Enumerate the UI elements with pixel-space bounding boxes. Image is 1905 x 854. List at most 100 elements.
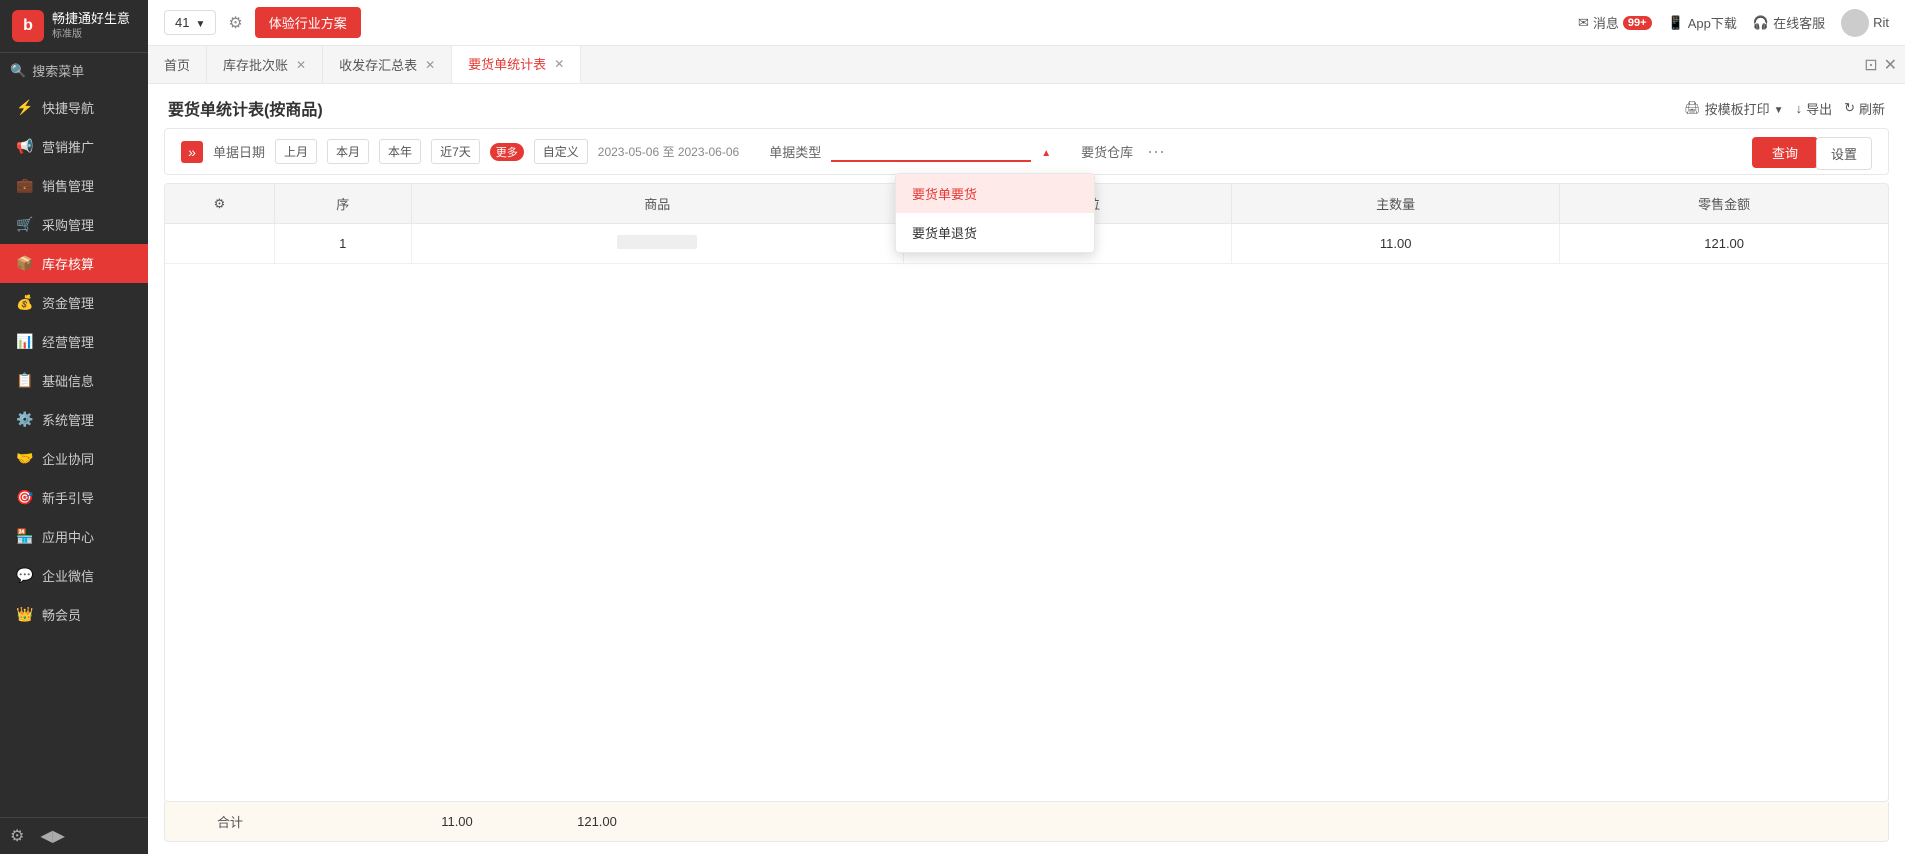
sidebar-item-system[interactable]: ⚙️ 系统管理 <box>0 400 148 439</box>
message-icon: ✉ <box>1578 15 1589 31</box>
page-actions: 🖨 按模板打印 ↓ 导出 ↻ 刷新 <box>1684 99 1885 118</box>
col-header-product: 商品 <box>411 184 903 224</box>
inventory-icon: 📦 <box>16 255 34 273</box>
sidebar-item-member[interactable]: 👑 畅会员 <box>0 595 148 634</box>
topbar: 41 ⚙ 体验行业方案 ✉ 消息 99+ 📱 App下载 🎧 在线客服 Ri <box>148 0 1905 46</box>
product-placeholder <box>617 235 697 249</box>
sidebar-item-label: 企业协同 <box>42 449 94 468</box>
guide-icon: 🎯 <box>16 489 34 507</box>
type-label: 单据类型 <box>769 142 821 161</box>
sidebar-item-quick-nav[interactable]: ⚡ 快捷导航 <box>0 88 148 127</box>
topbar-right: ✉ 消息 99+ 📱 App下载 🎧 在线客服 Rit <box>1578 9 1889 37</box>
sidebar-item-marketing[interactable]: 📢 营销推广 <box>0 127 148 166</box>
appstore-icon: 🏪 <box>16 528 34 546</box>
dropdown-item-order-return[interactable]: 要货单退货 <box>896 213 1094 252</box>
print-chevron-icon <box>1774 101 1784 116</box>
sidebar-item-appstore[interactable]: 🏪 应用中心 <box>0 517 148 556</box>
sidebar-item-sales[interactable]: 💼 销售管理 <box>0 166 148 205</box>
sales-icon: 💼 <box>16 177 34 195</box>
maximize-tab-icon[interactable]: ⊡ <box>1864 55 1877 75</box>
sidebar-item-wechat[interactable]: 💬 企业微信 <box>0 556 148 595</box>
app-download-btn[interactable]: 📱 App下载 <box>1668 13 1737 32</box>
sidebar-search[interactable]: 🔍 搜索菜单 <box>0 53 148 88</box>
logo-icon: b <box>12 10 44 42</box>
page-content: 要货单统计表(按商品) 🖨 按模板打印 ↓ 导出 ↻ 刷新 » <box>148 84 1905 854</box>
sidebar-item-label: 企业微信 <box>42 566 94 585</box>
close-tab-inventory-batch[interactable]: ✕ <box>296 58 306 72</box>
collapse-sidebar-icon[interactable]: ◀▶ <box>40 826 65 846</box>
close-tab-receivable-summary[interactable]: ✕ <box>425 58 435 72</box>
sidebar-item-label: 新手引导 <box>42 488 94 507</box>
sidebar-item-basic[interactable]: 📋 基础信息 <box>0 361 148 400</box>
date-btn-this-month[interactable]: 本月 <box>327 139 369 164</box>
tab-home[interactable]: 首页 <box>148 46 207 83</box>
type-dropdown: 要货单要货 要货单退货 <box>895 173 1095 253</box>
messages-btn[interactable]: ✉ 消息 99+ <box>1578 13 1652 32</box>
date-btn-this-year[interactable]: 本年 <box>379 139 421 164</box>
sidebar-item-label: 采购管理 <box>42 215 94 234</box>
date-custom-btn[interactable]: 自定义 <box>534 139 588 164</box>
col-header-amount: 零售金额 <box>1560 184 1888 224</box>
industry-btn[interactable]: 体验行业方案 <box>255 7 361 38</box>
basic-icon: 📋 <box>16 372 34 390</box>
sidebar-item-label: 资金管理 <box>42 293 94 312</box>
data-table-wrapper: ⚙ 序 商品 主计量单位 主数量 <box>164 183 1889 802</box>
warehouse-more-btn[interactable]: ··· <box>1147 141 1165 162</box>
messages-badge: 99+ <box>1623 16 1652 30</box>
sidebar-logo: b 畅捷通好生意 标准版 <box>0 0 148 53</box>
type-chevron-up-icon[interactable] <box>1041 144 1051 159</box>
filter-bar: » 单据日期 上月 本月 本年 近7天 更多 自定义 2023-05-06 至 … <box>164 128 1889 175</box>
sidebar-item-enterprise[interactable]: 🤝 企业协同 <box>0 439 148 478</box>
sidebar-item-purchase[interactable]: 🛒 采购管理 <box>0 205 148 244</box>
tab-receivable-summary[interactable]: 收发存汇总表 ✕ <box>323 46 452 83</box>
refresh-icon: ↻ <box>1844 100 1855 116</box>
online-service-btn[interactable]: 🎧 在线客服 <box>1753 13 1825 32</box>
tabs-bar: 首页 库存批次账 ✕ 收发存汇总表 ✕ 要货单统计表 ✕ ⊡ ✕ <box>148 46 1905 84</box>
print-icon: 🖨 <box>1684 100 1701 116</box>
setting-btn[interactable]: 设置 <box>1816 137 1872 170</box>
headset-icon: 🎧 <box>1753 15 1769 31</box>
sidebar-nav: ⚡ 快捷导航 📢 营销推广 💼 销售管理 🛒 采购管理 📦 库存核算 💰 资金管… <box>0 88 148 817</box>
close-tab-order-stats[interactable]: ✕ <box>554 57 564 71</box>
footer-total-label: 合计 <box>177 812 387 831</box>
footer-amount-val: 121.00 <box>527 814 667 829</box>
sidebar-bottom: ⚙ ◀▶ <box>0 817 148 854</box>
footer-qty-val: 11.00 <box>387 814 527 829</box>
export-icon: ↓ <box>1796 101 1803 116</box>
sidebar-item-label: 基础信息 <box>42 371 94 390</box>
date-more-badge[interactable]: 更多 <box>490 143 524 161</box>
sidebar-item-label: 销售管理 <box>42 176 94 195</box>
row-product-cell <box>411 224 903 264</box>
tab-order-stats[interactable]: 要货单统计表 ✕ <box>452 46 581 83</box>
dropdown-item-order-goods[interactable]: 要货单要货 <box>896 174 1094 213</box>
company-selector[interactable]: 41 <box>164 10 216 35</box>
sidebar-item-label: 营销推广 <box>42 137 94 156</box>
wechat-icon: 💬 <box>16 567 34 585</box>
avatar <box>1841 9 1869 37</box>
sidebar-item-inventory[interactable]: 📦 库存核算 <box>0 244 148 283</box>
date-btn-prev-month[interactable]: 上月 <box>275 139 317 164</box>
sidebar-item-label: 经营管理 <box>42 332 94 351</box>
warehouse-label: 要货仓库 <box>1081 142 1133 161</box>
query-btn[interactable]: 查询 <box>1752 137 1818 168</box>
sidebar-item-operation[interactable]: 📊 经营管理 <box>0 322 148 361</box>
type-input[interactable] <box>831 141 1031 162</box>
close-all-tabs-icon[interactable]: ✕ <box>1884 55 1897 75</box>
print-btn[interactable]: 🖨 按模板打印 <box>1684 99 1783 118</box>
user-avatar-btn[interactable]: Rit <box>1841 9 1889 37</box>
sidebar-item-label: 快捷导航 <box>42 98 94 117</box>
settings-icon[interactable]: ⚙ <box>228 13 242 33</box>
settings-bottom-icon[interactable]: ⚙ <box>10 826 24 846</box>
logo-text: 畅捷通好生意 标准版 <box>52 11 130 41</box>
export-btn[interactable]: ↓ 导出 <box>1796 99 1833 118</box>
sidebar-item-finance[interactable]: 💰 资金管理 <box>0 283 148 322</box>
tabs-controls: ⊡ ✕ <box>1856 46 1905 83</box>
col-header-settings[interactable]: ⚙ <box>165 184 274 224</box>
expand-filter-btn[interactable]: » <box>181 141 203 163</box>
tab-inventory-batch[interactable]: 库存批次账 ✕ <box>207 46 323 83</box>
date-btn-7days[interactable]: 近7天 <box>431 139 480 164</box>
refresh-btn[interactable]: ↻ 刷新 <box>1844 99 1885 118</box>
sidebar-item-guide[interactable]: 🎯 新手引导 <box>0 478 148 517</box>
table-footer: 合计 11.00 121.00 <box>164 802 1889 842</box>
operation-icon: 📊 <box>16 333 34 351</box>
